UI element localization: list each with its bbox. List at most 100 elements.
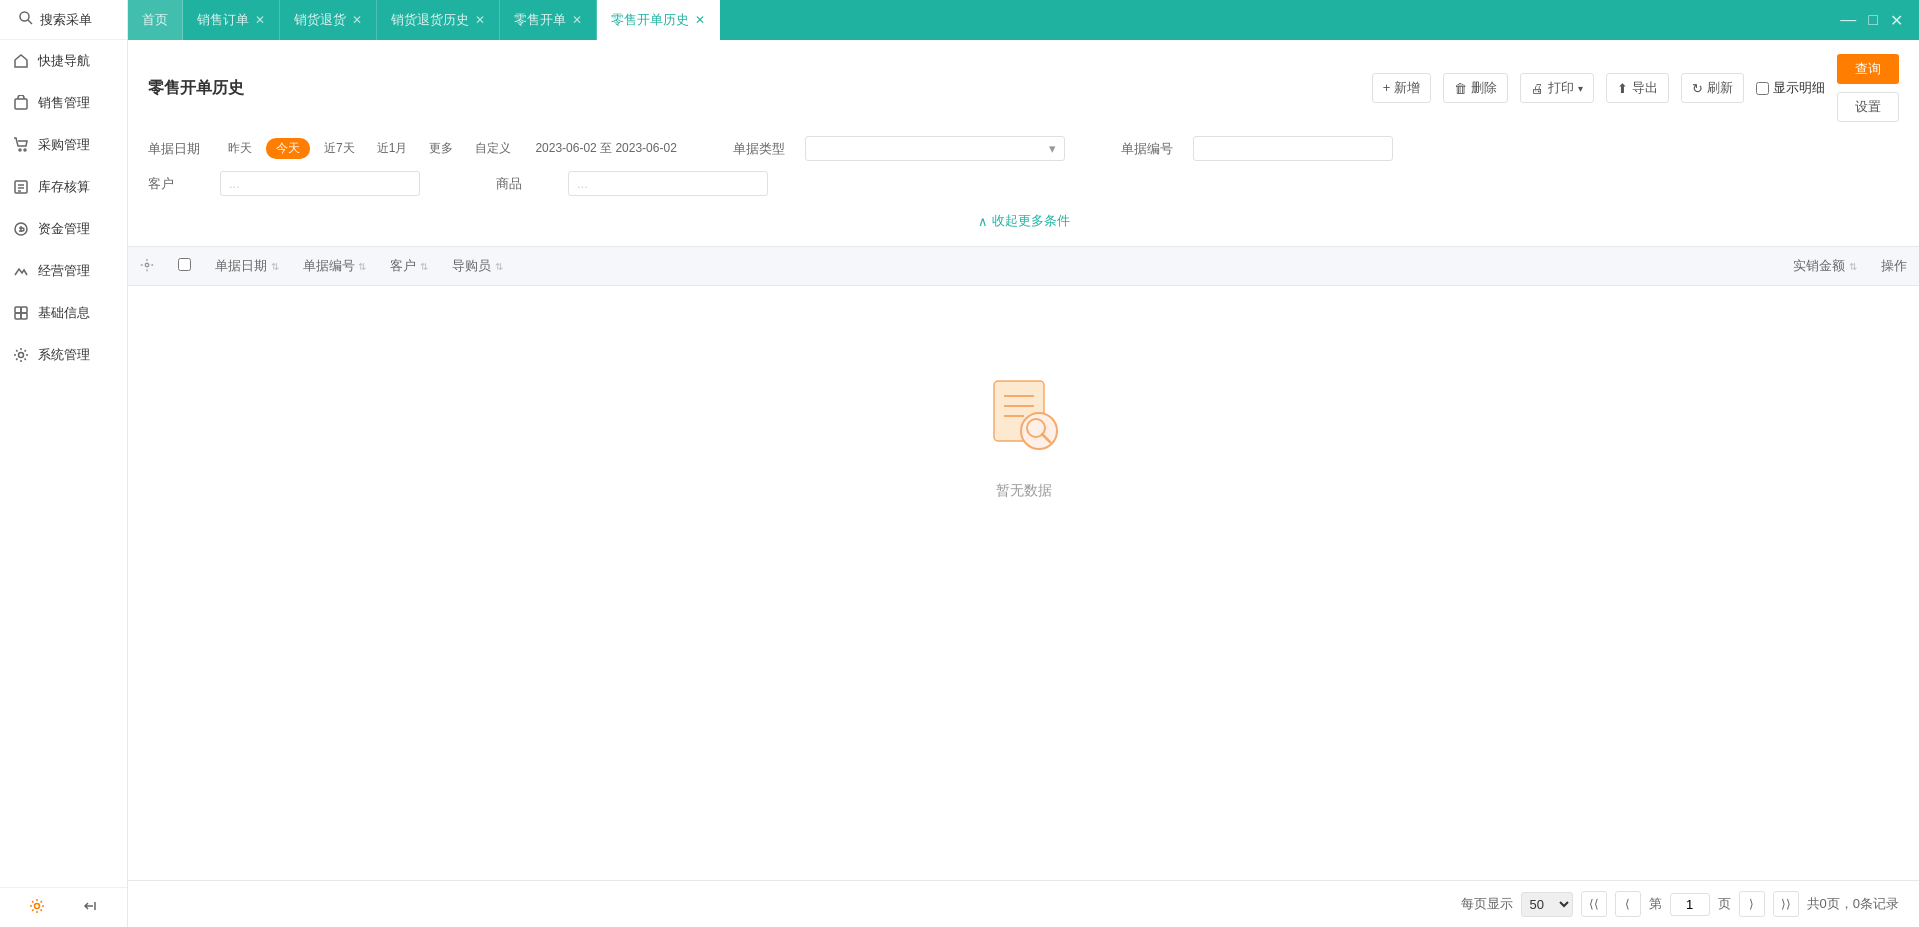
- th-action: 操作: [1869, 247, 1919, 286]
- sidebar-item-operations[interactable]: 经营管理: [0, 250, 127, 292]
- doc-type-select[interactable]: ▾: [805, 136, 1065, 161]
- doc-number-input[interactable]: [1193, 136, 1393, 161]
- filter-area: 零售开单历史 + 新增 🗑 删除 🖨 打印 ▾ ⬆ 导出 ↻: [128, 40, 1919, 247]
- tab-close-icon[interactable]: ✕: [695, 14, 705, 26]
- sidebar-item-finance[interactable]: 资金管理: [0, 208, 127, 250]
- svg-point-4: [24, 149, 26, 151]
- operations-icon: [12, 262, 30, 280]
- date-btn-yesterday[interactable]: 昨天: [220, 138, 260, 159]
- sidebar-search[interactable]: 搜索采单: [0, 0, 127, 40]
- goods-input[interactable]: ...: [568, 171, 768, 196]
- collapse-filter-button[interactable]: ∧ 收起更多条件: [148, 206, 1899, 236]
- export-button[interactable]: ⬆ 导出: [1606, 73, 1669, 103]
- print-button[interactable]: 🖨 打印 ▾: [1520, 73, 1594, 103]
- next-page-button[interactable]: ⟩: [1739, 891, 1765, 917]
- th-amount[interactable]: 实销金额 ⇅: [1781, 247, 1869, 286]
- last-page-button[interactable]: ⟩⟩: [1773, 891, 1799, 917]
- customer-input[interactable]: ...: [220, 171, 420, 196]
- toolbar: + 新增 🗑 删除 🖨 打印 ▾ ⬆ 导出 ↻ 刷新: [1372, 54, 1899, 122]
- th-number-label: 单据编号: [303, 258, 355, 273]
- svg-rect-13: [21, 313, 27, 319]
- sidebar-item-label: 库存核算: [38, 178, 90, 196]
- first-page-button[interactable]: ⟨⟨: [1581, 891, 1607, 917]
- refresh-button[interactable]: ↻ 刷新: [1681, 73, 1744, 103]
- tab-close-icon[interactable]: ✕: [352, 14, 362, 26]
- inventory-icon: [12, 178, 30, 196]
- setting-button[interactable]: 设置: [1837, 92, 1899, 122]
- chevron-up-icon: ∧: [978, 214, 988, 229]
- maximize-button[interactable]: □: [1868, 11, 1878, 29]
- close-button[interactable]: ✕: [1890, 11, 1903, 30]
- th-settings[interactable]: [128, 247, 166, 286]
- tab-home[interactable]: 首页: [128, 0, 183, 40]
- th-date[interactable]: 单据日期 ⇅: [203, 247, 291, 286]
- date-btn-today[interactable]: 今天: [266, 138, 310, 159]
- date-btn-more[interactable]: 更多: [421, 138, 461, 159]
- home-icon: [12, 52, 30, 70]
- filter-row-2: 客户 ... 商品 ...: [148, 171, 1899, 196]
- pagination-bar: 每页显示 50 10 20 100 ⟨⟨ ⟨ 第 1 页 ⟩ ⟩⟩ 共0页，0条…: [128, 880, 1919, 927]
- date-btn-7days[interactable]: 近7天: [316, 138, 363, 159]
- per-page-select[interactable]: 50 10 20 100: [1521, 892, 1573, 917]
- print-icon: 🖨: [1531, 81, 1544, 96]
- svg-point-14: [19, 353, 24, 358]
- th-date-label: 单据日期: [215, 258, 267, 273]
- th-checkbox[interactable]: [166, 247, 203, 286]
- date-btn-1month[interactable]: 近1月: [369, 138, 416, 159]
- sidebar-item-label: 基础信息: [38, 304, 90, 322]
- doc-type-label: 单据类型: [733, 140, 789, 158]
- sidebar-item-label: 系统管理: [38, 346, 90, 364]
- finance-icon: [12, 220, 30, 238]
- sidebar-item-system[interactable]: 系统管理: [0, 334, 127, 376]
- tab-bar: 首页 销售订单 ✕ 销货退货 ✕ 销货退货历史 ✕ 零售开单 ✕ 零售开单历史 …: [128, 0, 1919, 40]
- delete-button[interactable]: 🗑 删除: [1443, 73, 1508, 103]
- sales-icon: [12, 94, 30, 112]
- system-icon: [12, 346, 30, 364]
- gear-icon[interactable]: [29, 898, 45, 917]
- sidebar: 搜索采单 快捷导航 销售管理: [0, 0, 128, 927]
- tab-label: 零售开单: [514, 11, 566, 29]
- tab-close-icon[interactable]: ✕: [255, 14, 265, 26]
- customer-placeholder: ...: [229, 176, 411, 191]
- prev-page-button[interactable]: ⟨: [1615, 891, 1641, 917]
- display-detail-checkbox[interactable]: 显示明细: [1756, 79, 1825, 97]
- minimize-button[interactable]: —: [1840, 11, 1856, 29]
- tab-sales-return-history[interactable]: 销货退货历史 ✕: [377, 0, 500, 40]
- query-settings-group: 查询 设置: [1837, 54, 1899, 122]
- sort-icon: ⇅: [1849, 261, 1857, 272]
- tab-sales-order[interactable]: 销售订单 ✕: [183, 0, 280, 40]
- svg-rect-10: [15, 307, 21, 313]
- search-icon: [18, 10, 34, 29]
- sidebar-item-label: 资金管理: [38, 220, 90, 238]
- svg-point-15: [34, 904, 39, 909]
- data-table: 单据日期 ⇅ 单据编号 ⇅ 客户 ⇅ 导购员 ⇅: [128, 247, 1919, 580]
- page-number-input[interactable]: 1: [1670, 893, 1710, 916]
- th-number[interactable]: 单据编号 ⇅: [291, 247, 379, 286]
- tab-retail-open[interactable]: 零售开单 ✕: [500, 0, 597, 40]
- sidebar-item-base-info[interactable]: 基础信息: [0, 292, 127, 334]
- th-guide[interactable]: 导购员 ⇅: [440, 247, 515, 286]
- goods-label: 商品: [496, 175, 552, 193]
- customer-label: 客户: [148, 175, 204, 193]
- svg-rect-2: [15, 99, 27, 109]
- tab-retail-open-history[interactable]: 零售开单历史 ✕: [597, 0, 720, 40]
- page-title: 零售开单历史: [148, 78, 244, 99]
- sidebar-item-sales-mgmt[interactable]: 销售管理: [0, 82, 127, 124]
- collapse-sidebar-icon[interactable]: [82, 898, 98, 917]
- th-customer[interactable]: 客户 ⇅: [378, 247, 440, 286]
- refresh-icon: ↻: [1692, 81, 1703, 96]
- add-button[interactable]: + 新增: [1372, 73, 1431, 103]
- tab-sales-return[interactable]: 销货退货 ✕: [280, 0, 377, 40]
- display-detail-input[interactable]: [1756, 82, 1769, 95]
- empty-text: 暂无数据: [996, 482, 1052, 500]
- sidebar-item-purchase-mgmt[interactable]: 采购管理: [0, 124, 127, 166]
- tab-close-icon[interactable]: ✕: [572, 14, 582, 26]
- page-word: 第: [1649, 895, 1662, 913]
- sidebar-item-quick-nav[interactable]: 快捷导航: [0, 40, 127, 82]
- date-btn-custom[interactable]: 自定义: [467, 138, 519, 159]
- tab-close-icon[interactable]: ✕: [475, 14, 485, 26]
- sidebar-item-inventory[interactable]: 库存核算: [0, 166, 127, 208]
- query-button[interactable]: 查询: [1837, 54, 1899, 84]
- select-all-checkbox[interactable]: [178, 258, 191, 271]
- tab-label: 销货退货: [294, 11, 346, 29]
